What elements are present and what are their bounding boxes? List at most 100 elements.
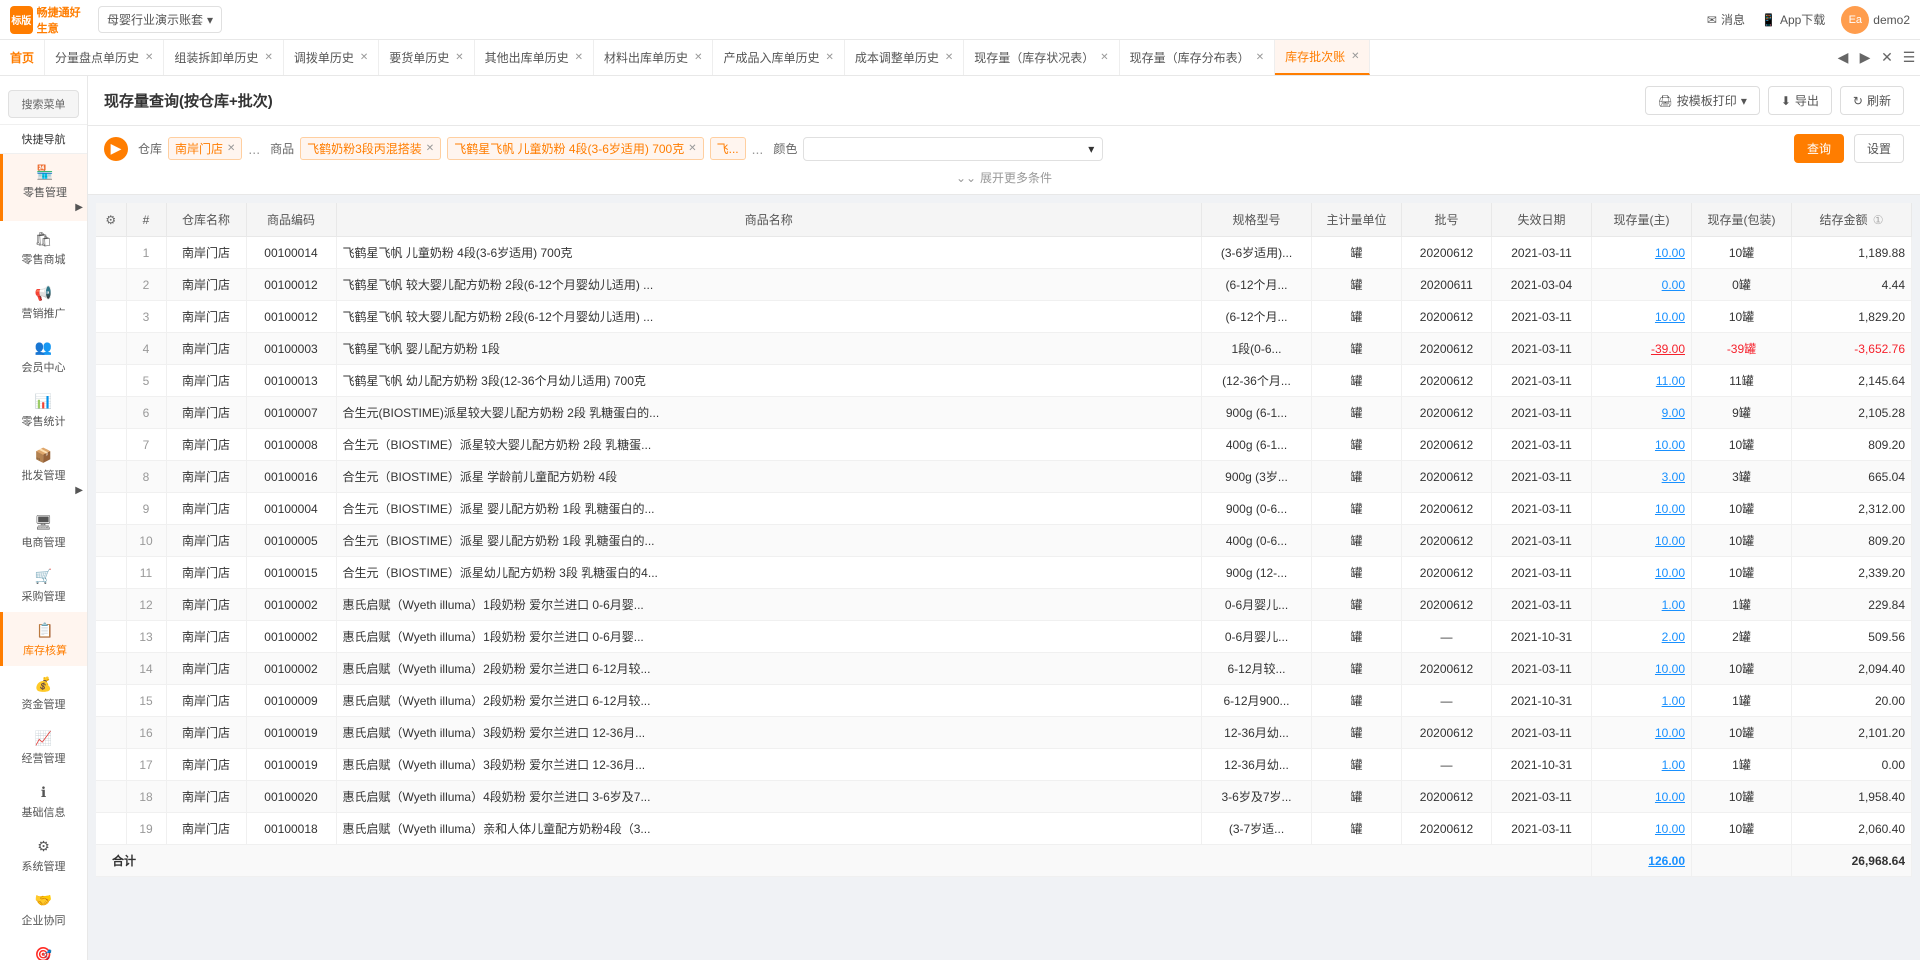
td-stock-main[interactable]: 2.00 — [1592, 621, 1692, 653]
td-stock-main[interactable]: 1.00 — [1592, 589, 1692, 621]
td-stock-main[interactable]: 10.00 — [1592, 557, 1692, 589]
sidebar-item-purchase[interactable]: 🛒 采购管理 — [0, 558, 87, 612]
tab-cailiaochuku[interactable]: 材料出库单历史 ✕ — [594, 40, 713, 75]
close-icon[interactable]: ✕ — [360, 52, 368, 63]
product-tag-1[interactable]: 飞鹤奶粉3段丙混搭装 ✕ — [300, 137, 441, 160]
sidebar-item-label: 经营管理 — [22, 750, 66, 766]
tab-tiaopi[interactable]: 调拨单历史 ✕ — [284, 40, 379, 75]
close-icon[interactable]: ✕ — [945, 52, 953, 63]
tab-qitachuku[interactable]: 其他出库单历史 ✕ — [475, 40, 594, 75]
sidebar-item-finance[interactable]: 💰 资金管理 — [0, 666, 87, 720]
nav-next-arrow[interactable]: ▶ — [1854, 47, 1876, 69]
message-btn[interactable]: ✉ 消息 — [1707, 11, 1745, 28]
tab-zuche[interactable]: 组装拆卸单历史 ✕ — [164, 40, 283, 75]
sidebar-item-wholesale[interactable]: 📦 批发管理 ▶ — [0, 437, 87, 504]
td-stock-main[interactable]: 0.00 — [1592, 269, 1692, 301]
remove-product-2-icon[interactable]: ✕ — [688, 143, 696, 154]
tab-xianzailiangfenbu[interactable]: 现存量（库存分布表） ✕ — [1120, 40, 1275, 75]
tab-xianzailiangkuzhuang[interactable]: 现存量（库存状况表） ✕ — [964, 40, 1119, 75]
close-icon[interactable]: ✕ — [694, 52, 702, 63]
info-icon[interactable]: ① — [1873, 213, 1884, 227]
color-dropdown[interactable]: ▾ — [803, 137, 1103, 161]
search-menu-btn[interactable]: 搜索菜单 — [8, 90, 79, 118]
sidebar-item-retail-stats[interactable]: 📊 零售统计 — [0, 383, 87, 437]
td-stock-main[interactable]: 10.00 — [1592, 493, 1692, 525]
tab-fenpan[interactable]: 分量盘点单历史 ✕ — [45, 40, 164, 75]
sidebar-item-enterprise[interactable]: 🤝 企业协同 — [0, 882, 87, 936]
td-stock-main[interactable]: -39.00 — [1592, 333, 1692, 365]
sidebar-item-inventory[interactable]: 📋 库存核算 — [0, 612, 87, 666]
filter-expand-btn[interactable]: ▶ — [104, 137, 128, 161]
table-row: 4 南岸门店 00100003 飞鹤星飞帆 婴儿配方奶粉 1段 1段(0-6..… — [96, 333, 1912, 365]
sidebar-item-ecom[interactable]: 🖥 电商管理 — [0, 504, 87, 558]
td-stock-pkg: 1罐 — [1692, 749, 1792, 781]
footer-stock-main[interactable]: 126.00 — [1592, 845, 1692, 877]
td-stock-pkg: 10罐 — [1692, 237, 1792, 269]
close-icon[interactable]: ✕ — [455, 52, 463, 63]
td-stock-main[interactable]: 10.00 — [1592, 717, 1692, 749]
nav-menu-arrow[interactable]: ☰ — [1898, 47, 1920, 69]
td-stock-main[interactable]: 11.00 — [1592, 365, 1692, 397]
table-row: 19 南岸门店 00100018 惠氏启赋（Wyeth illuma）亲和人体儿… — [96, 813, 1912, 845]
export-btn[interactable]: ⬇ 导出 — [1768, 86, 1832, 115]
close-icon[interactable]: ✕ — [575, 52, 583, 63]
sidebar-item-new-guide[interactable]: 🎯 新手引导 — [0, 936, 87, 960]
sidebar-item-marketing[interactable]: 📢 营销推广 — [0, 275, 87, 329]
td-stock-main[interactable]: 10.00 — [1592, 813, 1692, 845]
td-stock-main[interactable]: 10.00 — [1592, 301, 1692, 333]
tab-yaohuo[interactable]: 要货单历史 ✕ — [379, 40, 474, 75]
td-stock-main[interactable]: 1.00 — [1592, 685, 1692, 717]
td-code: 00100003 — [246, 333, 336, 365]
warehouse-tag[interactable]: 南岸门店 ✕ — [168, 137, 242, 160]
close-icon[interactable]: ✕ — [264, 52, 272, 63]
close-icon[interactable]: ✕ — [825, 52, 833, 63]
td-stock-main[interactable]: 10.00 — [1592, 237, 1692, 269]
product-tag-3[interactable]: 飞... — [710, 137, 746, 160]
remove-product-1-icon[interactable]: ✕ — [426, 143, 434, 154]
td-stock-main[interactable]: 10.00 — [1592, 653, 1692, 685]
td-stock-main[interactable]: 10.00 — [1592, 781, 1692, 813]
sidebar-item-business[interactable]: 📈 经营管理 — [0, 720, 87, 774]
settings-icon[interactable]: ⚙ — [105, 213, 116, 227]
product-tag-2[interactable]: 飞鹤星飞帆 儿童奶粉 4段(3-6岁适用) 700克 ✕ — [447, 137, 703, 160]
tab-chengbentiaozhen[interactable]: 成本调整单历史 ✕ — [845, 40, 964, 75]
close-icon[interactable]: ✕ — [145, 52, 153, 63]
product-more[interactable]: ... — [752, 141, 764, 157]
tab-chengpinruku[interactable]: 产成品入库单历史 ✕ — [713, 40, 844, 75]
th-settings[interactable]: ⚙ — [96, 203, 126, 237]
td-code: 00100015 — [246, 557, 336, 589]
warehouse-more[interactable]: ... — [248, 141, 260, 157]
app-download-btn[interactable]: 📱 App下载 — [1761, 11, 1825, 28]
remove-warehouse-icon[interactable]: ✕ — [227, 143, 235, 154]
nav-close-arrow[interactable]: ✕ — [1876, 47, 1898, 69]
td-stock-main[interactable]: 1.00 — [1592, 749, 1692, 781]
inventory-icon: 📋 — [35, 620, 55, 640]
settings-btn[interactable]: 设置 — [1854, 134, 1904, 163]
td-batch: 20200612 — [1402, 653, 1492, 685]
td-expire: 2021-03-11 — [1492, 429, 1592, 461]
sidebar-item-member[interactable]: 👥 会员中心 — [0, 329, 87, 383]
td-stock-main[interactable]: 10.00 — [1592, 429, 1692, 461]
print-btn[interactable]: 🖨 按模板打印 ▾ — [1645, 86, 1760, 115]
tab-home[interactable]: 首页 — [0, 40, 45, 75]
search-btn[interactable]: 查询 — [1794, 134, 1844, 163]
tab-pizhepici[interactable]: 库存批次账 ✕ — [1275, 40, 1370, 75]
td-stock-main[interactable]: 9.00 — [1592, 397, 1692, 429]
td-stock-main[interactable]: 10.00 — [1592, 525, 1692, 557]
sidebar-item-retail-shop[interactable]: 🛍 零售商城 — [0, 221, 87, 275]
close-icon[interactable]: ✕ — [1100, 52, 1108, 63]
td-expire: 2021-03-11 — [1492, 525, 1592, 557]
main-layout: 搜索菜单 快捷导航 🏪 零售管理 ▶ 🛍 零售商城 📢 营销推广 👥 会员中心 … — [0, 76, 1920, 960]
user-avatar[interactable]: Ea demo2 — [1841, 6, 1910, 34]
close-icon[interactable]: ✕ — [1256, 52, 1264, 63]
sidebar-item-system[interactable]: ⚙ 系统管理 — [0, 828, 87, 882]
refresh-btn[interactable]: ↻ 刷新 — [1840, 86, 1904, 115]
expand-more-btn[interactable]: ⌄⌄ 展开更多条件 — [956, 169, 1052, 186]
close-icon[interactable]: ✕ — [1351, 51, 1359, 62]
nav-prev-arrow[interactable]: ◀ — [1832, 47, 1854, 69]
sidebar-item-base[interactable]: ℹ 基础信息 — [0, 774, 87, 828]
sidebar-nav-label[interactable]: 快捷导航 — [0, 125, 87, 154]
company-selector[interactable]: 母婴行业演示账套 ▾ — [98, 6, 222, 33]
sidebar-item-retail-mgmt[interactable]: 🏪 零售管理 ▶ — [0, 154, 87, 221]
td-stock-main[interactable]: 3.00 — [1592, 461, 1692, 493]
